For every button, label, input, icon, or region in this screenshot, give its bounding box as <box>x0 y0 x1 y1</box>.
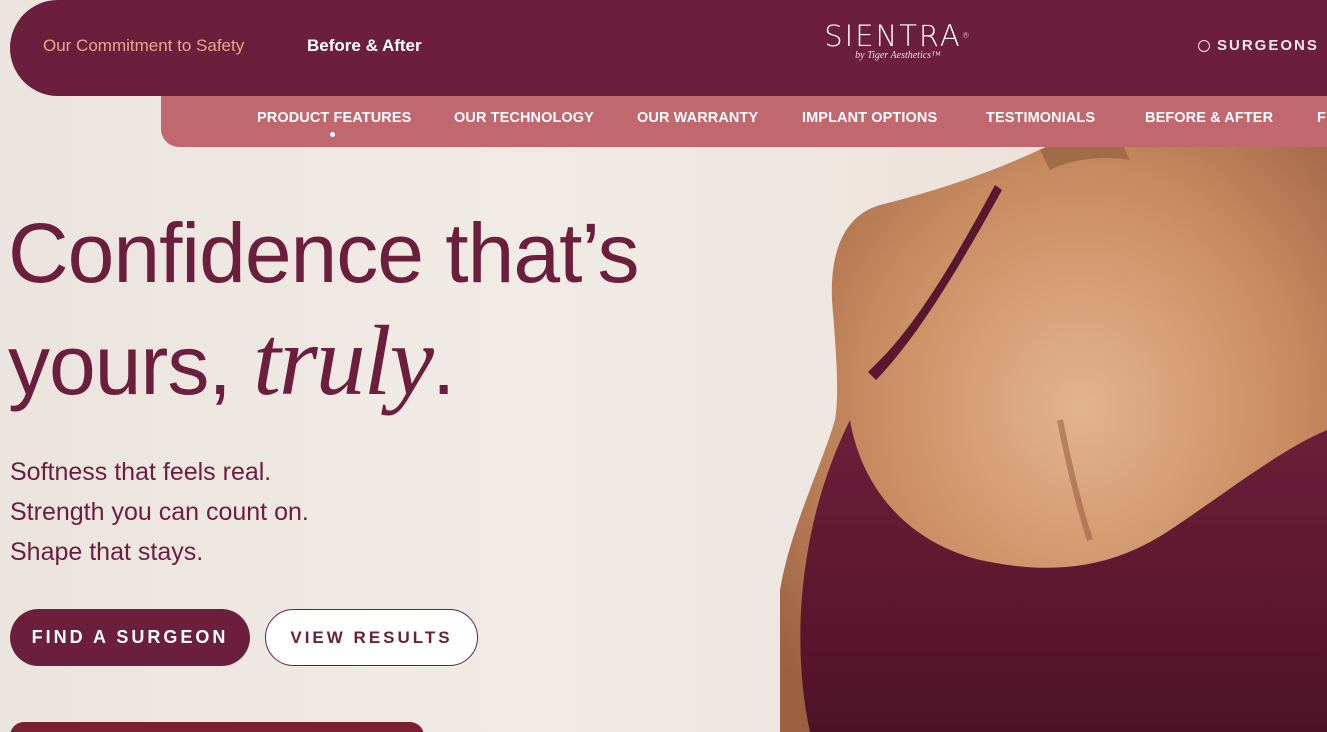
headline-line-2-start: yours, <box>8 318 254 412</box>
subnav-item-product-features[interactable]: PRODUCT FEATURES <box>257 110 411 126</box>
hero-headline: Confidence that’s yours, truly. <box>8 205 640 425</box>
subtext-line-2: Strength you can count on. <box>10 498 309 526</box>
headline-italic-word: truly <box>253 305 434 416</box>
hero-subtext: Softness that feels real. Strength you c… <box>10 452 309 572</box>
logo-wordmark: SIENTRA <box>824 19 962 53</box>
surgeons-label: SURGEONS <box>1217 37 1319 54</box>
subtext-line-3: Shape that stays. <box>10 538 204 566</box>
find-a-surgeon-button[interactable]: FIND A SURGEON <box>10 609 250 666</box>
subnav-item-before-after[interactable]: BEFORE & AFTER <box>1145 110 1273 126</box>
subnav-item-our-warranty[interactable]: OUR WARRANTY <box>637 110 758 126</box>
before-after-link[interactable]: Before & After <box>307 36 422 56</box>
subnav-item-truncated[interactable]: F <box>1317 110 1326 126</box>
headline-line-1: Confidence that’s <box>8 206 640 300</box>
subnav-item-implant-options[interactable]: IMPLANT OPTIONS <box>802 110 937 126</box>
logo-registered-mark: ® <box>961 31 972 40</box>
headline-line-2: yours, truly. <box>8 301 639 425</box>
bottom-banner-partial <box>10 722 424 732</box>
sientra-logo[interactable]: SIENTRA® by Tiger Aesthetics™ <box>808 20 988 61</box>
surgeons-link[interactable]: SURGEONS <box>1198 37 1319 54</box>
view-results-button[interactable]: VIEW RESULTS <box>265 609 478 666</box>
sub-navigation: PRODUCT FEATURES OUR TECHNOLOGY OUR WARR… <box>161 96 1327 147</box>
commitment-to-safety-link[interactable]: Our Commitment to Safety <box>43 36 244 56</box>
top-navigation-bar: Our Commitment to Safety Before & After … <box>10 0 1327 96</box>
active-indicator-dot <box>330 132 335 137</box>
subtext-line-1: Softness that feels real. <box>10 458 272 486</box>
circle-icon <box>1198 39 1210 52</box>
subnav-item-testimonials[interactable]: TESTIMONIALS <box>986 110 1095 126</box>
subnav-item-our-technology[interactable]: OUR TECHNOLOGY <box>454 110 594 126</box>
headline-line-2-end: . <box>431 318 455 412</box>
